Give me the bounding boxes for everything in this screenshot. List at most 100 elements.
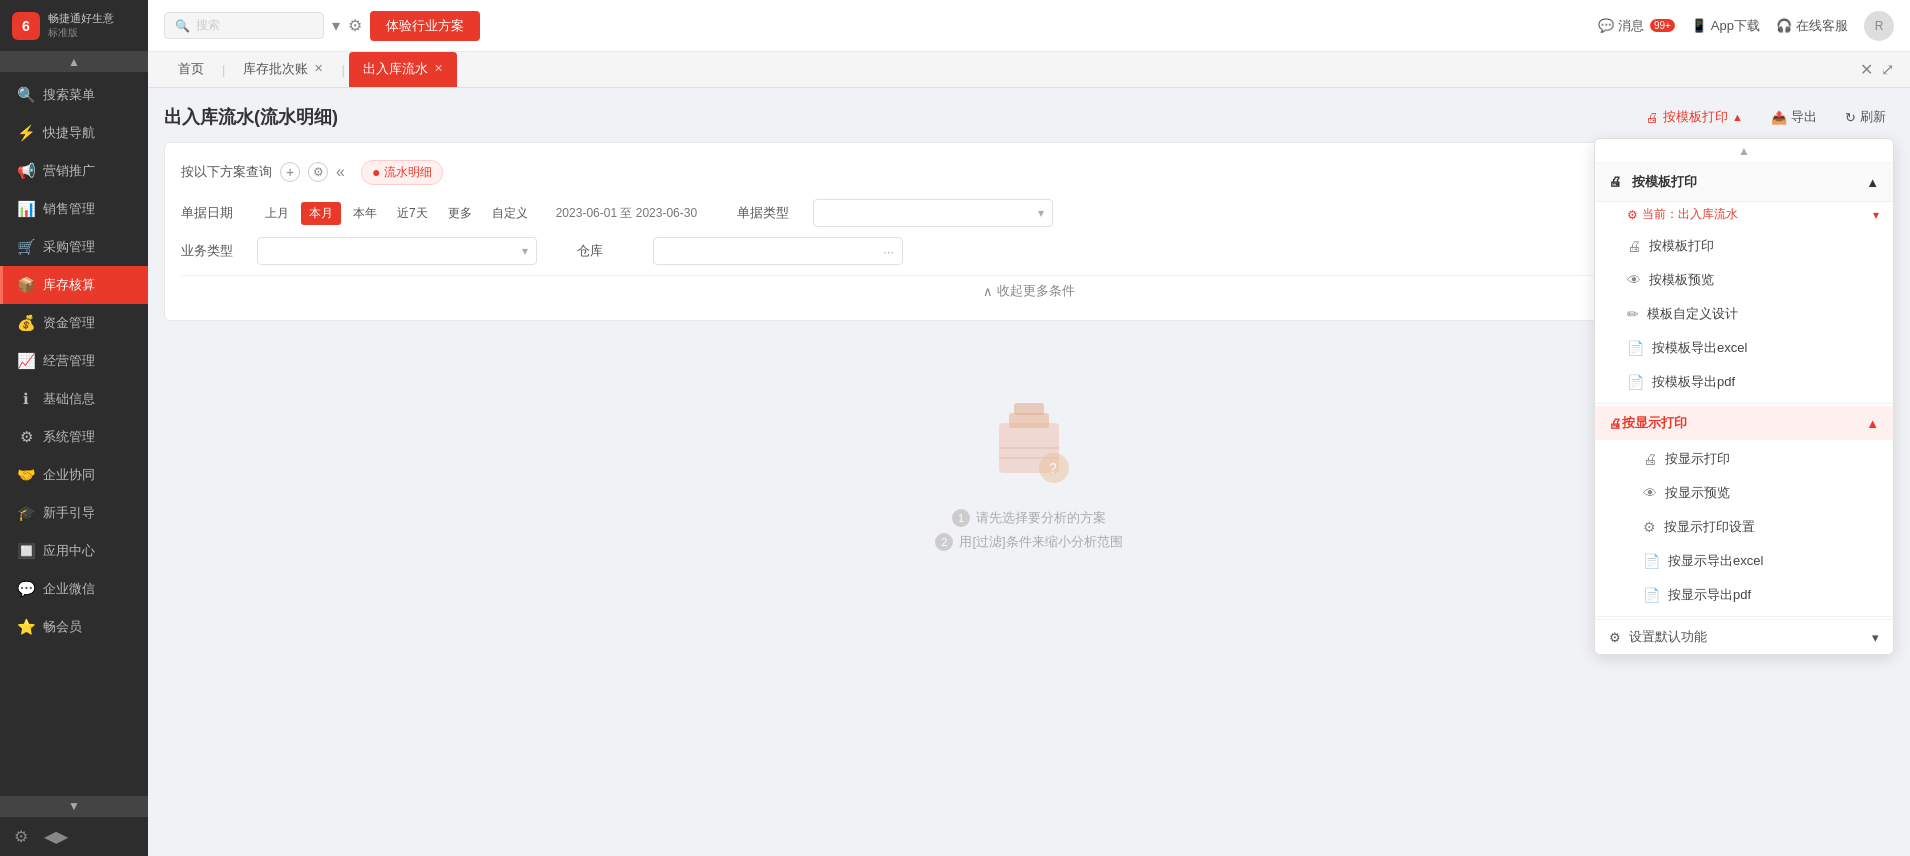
dropdown-footer[interactable]: ⚙ 设置默认功能 ▾ xyxy=(1595,619,1893,654)
message-button[interactable]: 💬 消息 99+ xyxy=(1598,17,1675,35)
sidebar-item-finance[interactable]: 💰 资金管理 xyxy=(0,304,148,342)
sidebar-collapse-icon[interactable]: ◀▶ xyxy=(44,827,68,846)
filter-add-button[interactable]: + xyxy=(280,162,300,182)
trial-button[interactable]: 体验行业方案 xyxy=(370,11,480,41)
dropdown-display-section: 🖨 按显示打印 👁 按显示预览 ⚙ 按显示打印设置 📄 按显示导出excel 📄 xyxy=(1595,440,1893,614)
print-icon: 🖨 xyxy=(1627,238,1641,254)
tab-flow[interactable]: 出入库流水 ✕ xyxy=(349,52,457,87)
sidebar-settings-icon[interactable]: ⚙ xyxy=(14,827,28,846)
search-box[interactable]: 🔍 搜索 xyxy=(164,12,324,39)
dropdown-display-preview[interactable]: 👁 按显示预览 xyxy=(1595,476,1893,510)
dropdown-header-arrow: ▲ xyxy=(1866,175,1879,190)
type-select[interactable]: ▾ xyxy=(813,199,1053,227)
app-download-icon: 📱 xyxy=(1691,18,1707,33)
header-dropdown-icon[interactable]: ▾ xyxy=(332,16,340,35)
filter-collapse-button[interactable]: « xyxy=(336,163,345,181)
sidebar: 6 畅捷通好生意 标准版 ▲ 🔍 搜索菜单 ⚡ 快捷导航 📢 营销推广 📊 销售… xyxy=(0,0,148,856)
search-box-icon: 🔍 xyxy=(175,19,190,33)
tab-close-all-button[interactable]: ✕ xyxy=(1860,60,1873,79)
sidebar-item-operations[interactable]: 📈 经营管理 xyxy=(0,342,148,380)
print-template-button[interactable]: 🖨 按模板打印 ▲ xyxy=(1638,104,1751,130)
refresh-icon: ↻ xyxy=(1845,110,1856,125)
tag-icon: ● xyxy=(372,164,380,180)
dropdown-template-print[interactable]: 🖨 按模板打印 xyxy=(1595,229,1893,263)
sidebar-item-search[interactable]: 🔍 搜索菜单 xyxy=(0,76,148,114)
warehouse-label: 仓库 xyxy=(577,242,637,260)
export-label: 导出 xyxy=(1791,108,1817,126)
sidebar-item-apps[interactable]: 🔲 应用中心 xyxy=(0,532,148,570)
dropdown-display-header[interactable]: 🖨 按显示打印 ▲ xyxy=(1595,406,1893,440)
svg-rect-1 xyxy=(1009,413,1049,428)
footer-label: 设置默认功能 xyxy=(1629,628,1707,646)
sidebar-item-basic[interactable]: ℹ 基础信息 xyxy=(0,380,148,418)
printer-icon-header: 🖨 xyxy=(1609,174,1622,189)
online-service-label: 在线客服 xyxy=(1796,17,1848,35)
date-opt-last-month[interactable]: 上月 xyxy=(257,202,297,225)
date-opt-this-month[interactable]: 本月 xyxy=(301,202,341,225)
sidebar-item-system[interactable]: ⚙ 系统管理 xyxy=(0,418,148,456)
sidebar-item-sales[interactable]: 📊 销售管理 xyxy=(0,190,148,228)
warehouse-select[interactable]: ··· xyxy=(653,237,903,265)
date-opt-this-year[interactable]: 本年 xyxy=(345,202,385,225)
dropdown-scroll-up[interactable]: ▲ xyxy=(1595,139,1893,163)
current-arrow: ▾ xyxy=(1873,208,1879,222)
dropdown-footer-divider xyxy=(1595,616,1893,617)
page-content: 出入库流水(流水明细) 🖨 按模板打印 ▲ 📤 导出 ↻ 刷新 xyxy=(148,88,1910,856)
tab-home-label: 首页 xyxy=(178,60,204,78)
sidebar-item-collab[interactable]: 🤝 企业协同 xyxy=(0,456,148,494)
tab-batch[interactable]: 库存批次账 ✕ xyxy=(229,52,337,87)
top-header: 🔍 搜索 ▾ ⚙ 体验行业方案 💬 消息 99+ 📱 App下载 🎧 在线客服 xyxy=(148,0,1910,52)
dropdown-display-print[interactable]: 🖨 按显示打印 xyxy=(1595,442,1893,476)
marketing-icon: 📢 xyxy=(17,162,35,180)
business-select-value xyxy=(266,242,279,260)
sidebar-item-wechat[interactable]: 💬 企业微信 xyxy=(0,570,148,608)
dropdown-title: 🖨 按模板打印 xyxy=(1609,173,1697,191)
app-download-button[interactable]: 📱 App下载 xyxy=(1691,17,1760,35)
sidebar-item-marketing[interactable]: 📢 营销推广 xyxy=(0,152,148,190)
sidebar-item-label: 畅会员 xyxy=(43,618,82,636)
print-dropdown-arrow[interactable]: ▲ xyxy=(1732,111,1743,123)
date-opt-custom[interactable]: 自定义 xyxy=(484,202,536,225)
tab-home[interactable]: 首页 xyxy=(164,52,218,87)
filter-settings-button[interactable]: ⚙ xyxy=(308,162,328,182)
online-service-button[interactable]: 🎧 在线客服 xyxy=(1776,17,1848,35)
refresh-button[interactable]: ↻ 刷新 xyxy=(1837,104,1894,130)
sidebar-item-vip[interactable]: ⭐ 畅会员 xyxy=(0,608,148,646)
hint2-text: 用[过滤]条件来缩小分析范围 xyxy=(959,533,1122,551)
header-right: 💬 消息 99+ 📱 App下载 🎧 在线客服 R xyxy=(1598,11,1894,41)
tab-flow-close[interactable]: ✕ xyxy=(434,62,443,75)
sidebar-item-purchase[interactable]: 🛒 采购管理 xyxy=(0,228,148,266)
dropdown-template-excel[interactable]: 📄 按模板导出excel xyxy=(1595,331,1893,365)
tab-expand-button[interactable]: ⤢ xyxy=(1881,60,1894,79)
tab-bar: 首页 | 库存批次账 ✕ | 出入库流水 ✕ ✕ ⤢ xyxy=(148,52,1910,88)
empty-hint-1: 1 请先选择要分析的方案 xyxy=(952,509,1106,527)
dropdown-display-pdf[interactable]: 📄 按显示导出pdf xyxy=(1595,578,1893,612)
date-opt-7-days[interactable]: 近7天 xyxy=(389,202,436,225)
tab-batch-close[interactable]: ✕ xyxy=(314,62,323,75)
dropdown-template-preview[interactable]: 👁 按模板预览 xyxy=(1595,263,1893,297)
date-opt-more[interactable]: 更多 xyxy=(440,202,480,225)
sidebar-scroll-up[interactable]: ▲ xyxy=(0,52,148,72)
header-gear-icon[interactable]: ⚙ xyxy=(348,16,362,35)
dropdown-display-excel[interactable]: 📄 按显示导出excel xyxy=(1595,544,1893,578)
business-select[interactable]: ▾ xyxy=(257,237,537,265)
dropdown-template-pdf[interactable]: 📄 按模板导出pdf xyxy=(1595,365,1893,399)
dropdown-display-settings[interactable]: ⚙ 按显示打印设置 xyxy=(1595,510,1893,544)
sidebar-scroll-down[interactable]: ▼ xyxy=(0,796,148,816)
message-label: 消息 xyxy=(1618,17,1644,35)
dropdown-header[interactable]: 🖨 按模板打印 ▲ xyxy=(1595,163,1893,202)
date-label: 单据日期 xyxy=(181,204,241,222)
export-button[interactable]: 📤 导出 xyxy=(1763,104,1825,130)
sidebar-item-shortcut[interactable]: ⚡ 快捷导航 xyxy=(0,114,148,152)
sidebar-item-label: 基础信息 xyxy=(43,390,95,408)
dropdown-template-customize[interactable]: ✏ 模板自定义设计 xyxy=(1595,297,1893,331)
message-icon: 💬 xyxy=(1598,18,1614,33)
sidebar-item-inventory[interactable]: 📦 库存核算 xyxy=(0,266,148,304)
warehouse-more-icon[interactable]: ··· xyxy=(883,244,894,259)
page-title: 出入库流水(流水明细) xyxy=(164,105,338,129)
sidebar-item-tutorial[interactable]: 🎓 新手引导 xyxy=(0,494,148,532)
user-avatar[interactable]: R xyxy=(1864,11,1894,41)
sidebar-nav: 🔍 搜索菜单 ⚡ 快捷导航 📢 营销推广 📊 销售管理 🛒 采购管理 📦 库存核… xyxy=(0,72,148,796)
sidebar-item-label: 企业协同 xyxy=(43,466,95,484)
tab-bar-actions: ✕ ⤢ xyxy=(1860,60,1894,79)
